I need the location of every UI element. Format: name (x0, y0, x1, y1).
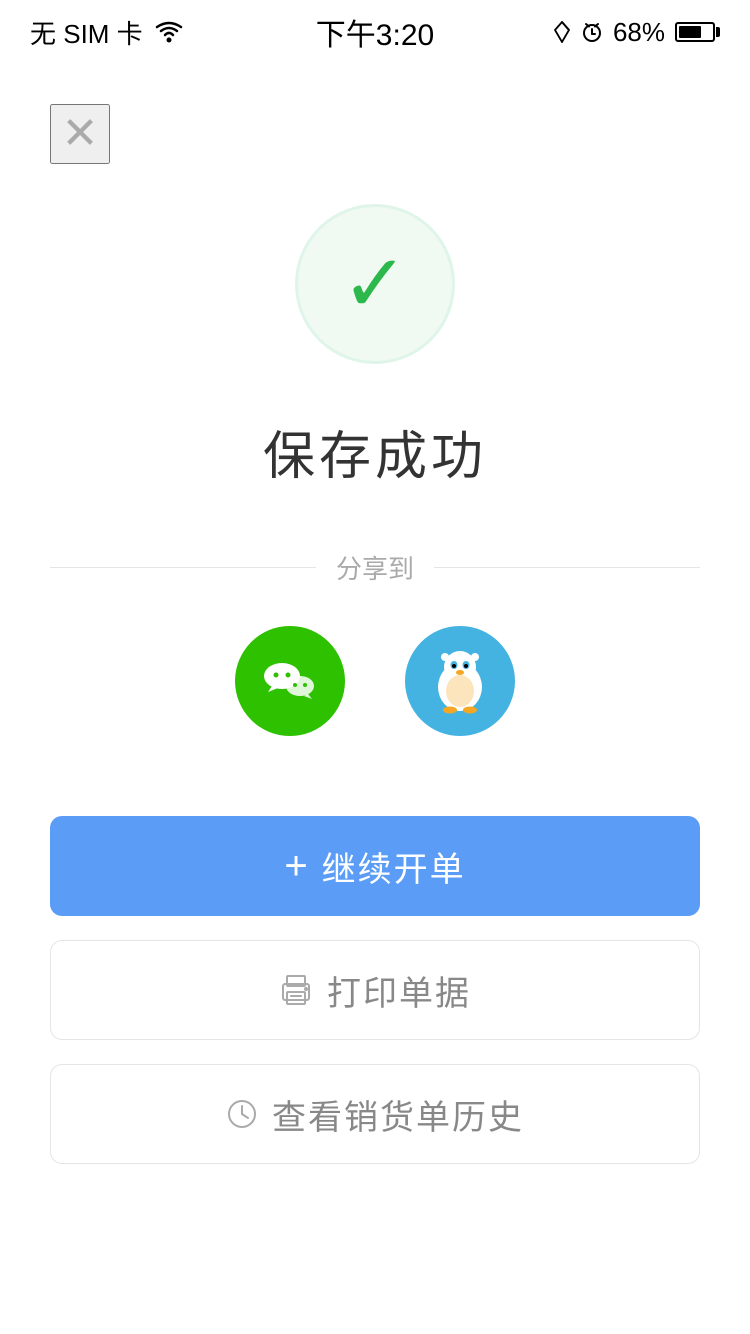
print-button[interactable]: 打印单据 (50, 940, 700, 1040)
history-button[interactable]: 查看销货单历史 (50, 1064, 700, 1164)
continue-button[interactable]: + 继续开单 (50, 816, 700, 916)
close-button[interactable]: ✕ (50, 104, 110, 164)
success-title: 保存成功 (263, 414, 487, 489)
success-icon-circle: ✓ (295, 204, 455, 364)
share-label: 分享到 (316, 549, 434, 586)
history-icon (226, 1098, 258, 1130)
status-time: 下午3:20 (316, 10, 434, 54)
action-buttons: + 继续开单 打印单据 查看销货单历史 (50, 816, 700, 1164)
main-content: ✕ ✓ 保存成功 分享到 (0, 64, 750, 1224)
continue-button-label: 继续开单 (322, 842, 466, 891)
alarm-icon (581, 21, 603, 43)
print-icon (279, 974, 313, 1006)
status-bar: 无 SIM 卡 下午3:20 68% (0, 0, 750, 64)
share-divider: 分享到 (50, 549, 700, 586)
location-icon (553, 21, 571, 43)
battery-text: 68% (613, 17, 665, 48)
history-button-label: 查看销货单历史 (272, 1090, 524, 1139)
close-icon: ✕ (62, 112, 99, 156)
wechat-share-button[interactable] (235, 626, 345, 736)
qq-icon (428, 645, 492, 717)
checkmark-icon: ✓ (341, 244, 408, 324)
share-icons-row (235, 626, 515, 736)
print-button-label: 打印单据 (327, 966, 471, 1015)
qq-share-button[interactable] (405, 626, 515, 736)
plus-icon: + (284, 846, 307, 886)
battery-icon (675, 22, 720, 42)
status-left: 无 SIM 卡 (30, 14, 183, 51)
status-right: 68% (553, 17, 720, 48)
wechat-icon (256, 652, 324, 710)
carrier-text: 无 SIM 卡 (30, 14, 143, 51)
wifi-icon (155, 21, 183, 43)
